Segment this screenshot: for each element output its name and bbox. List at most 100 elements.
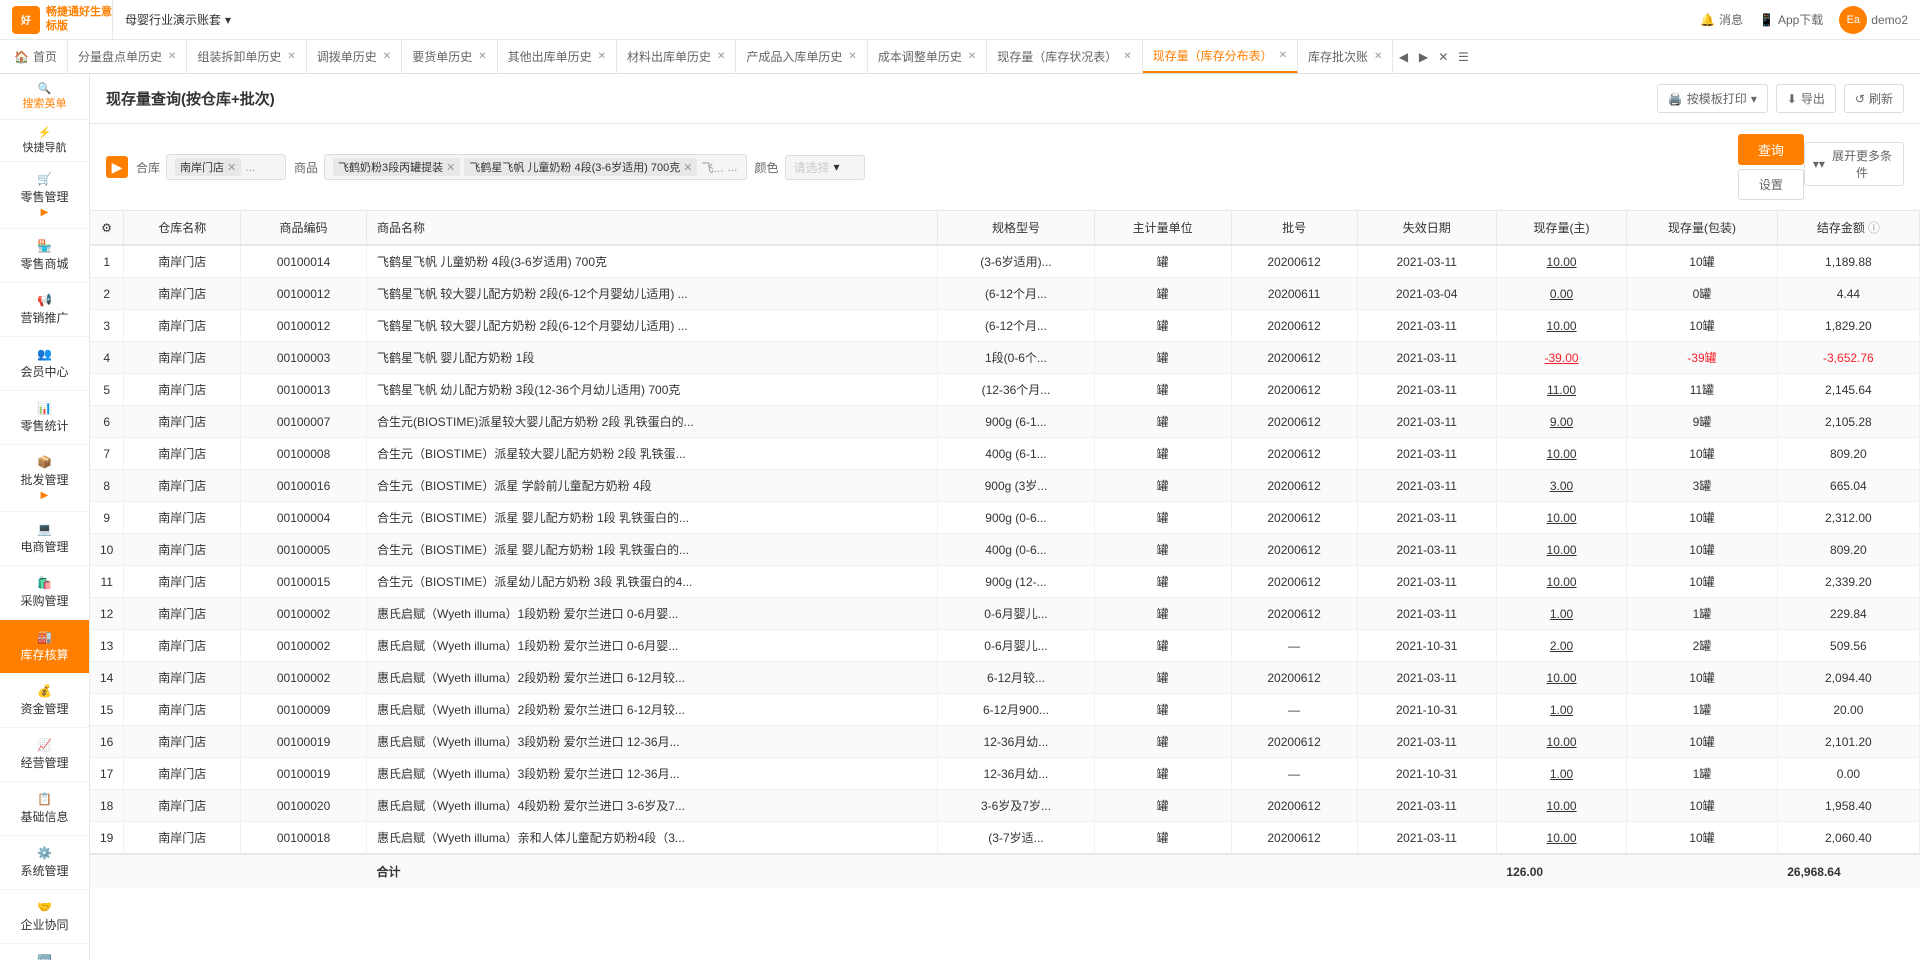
product-tag-group[interactable]: 飞鹤奶粉3段丙罐提装 ✕ 飞鹤星飞帆 儿童奶粉 4段(3-6岁适用) 700克 … bbox=[324, 154, 746, 180]
row-unit: 罐 bbox=[1094, 662, 1231, 694]
warehouse-tag-close[interactable]: ✕ bbox=[227, 161, 236, 174]
sidebar-item-finance[interactable]: 💰 资金管理 bbox=[0, 674, 89, 728]
row-code: 00100020 bbox=[241, 790, 367, 822]
sidebar-item-enterprise[interactable]: 🤝 企业协同 bbox=[0, 890, 89, 944]
row-qty-main[interactable]: 11.00 bbox=[1496, 374, 1626, 406]
tab-request-order[interactable]: 要货单历史 ✕ bbox=[402, 40, 497, 73]
row-qty-main[interactable]: 10.00 bbox=[1496, 662, 1626, 694]
row-qty-main[interactable]: 10.00 bbox=[1496, 566, 1626, 598]
row-unit: 罐 bbox=[1094, 438, 1231, 470]
row-warehouse: 南岸门店 bbox=[124, 342, 241, 374]
row-qty-main[interactable]: 0.00 bbox=[1496, 278, 1626, 310]
search-btn[interactable]: 查询 bbox=[1738, 134, 1804, 165]
row-qty-main[interactable]: 10.00 bbox=[1496, 310, 1626, 342]
tab-close-icon[interactable]: ✕ bbox=[478, 51, 486, 62]
row-qty-main[interactable]: 10.00 bbox=[1496, 534, 1626, 566]
tab-close-icon[interactable]: ✕ bbox=[287, 51, 295, 62]
row-qty-main[interactable]: 10.00 bbox=[1496, 245, 1626, 278]
row-qty-main[interactable]: 10.00 bbox=[1496, 822, 1626, 855]
tab-mix-order[interactable]: 调拨单历史 ✕ bbox=[307, 40, 402, 73]
tab-close-icon[interactable]: ✕ bbox=[968, 51, 976, 62]
row-code: 00100002 bbox=[241, 662, 367, 694]
refresh-btn[interactable]: ↺ 刷新 bbox=[1844, 84, 1904, 113]
sidebar-item-retail-stats[interactable]: 📊 零售统计 bbox=[0, 391, 89, 445]
tab-close-icon[interactable]: ✕ bbox=[1374, 51, 1382, 62]
tab-menu-btn[interactable]: ☰ bbox=[1453, 47, 1473, 67]
setting-btn[interactable]: 设置 bbox=[1738, 169, 1804, 200]
row-spec: 12-36月幼... bbox=[938, 758, 1094, 790]
tab-close-icon[interactable]: ✕ bbox=[848, 51, 856, 62]
color-filter: 颜色 请选择 ▾ bbox=[755, 155, 865, 180]
tab-other-out[interactable]: 其他出库单历史 ✕ bbox=[498, 40, 617, 73]
sidebar-item-new-guide[interactable]: 🆕 新手引导 bbox=[0, 944, 89, 960]
settings-icon[interactable]: ⚙ bbox=[101, 221, 112, 235]
tab-close-icon[interactable]: ✕ bbox=[1279, 50, 1287, 61]
tab-product-in[interactable]: 产成品入库单历史 ✕ bbox=[736, 40, 867, 73]
tab-batch-voucher[interactable]: 库存批次账 ✕ bbox=[1298, 40, 1393, 73]
row-qty-main[interactable]: 3.00 bbox=[1496, 470, 1626, 502]
row-qty-main[interactable]: 1.00 bbox=[1496, 758, 1626, 790]
app-download-btn[interactable]: 📱 App下载 bbox=[1759, 11, 1823, 28]
tab-home[interactable]: 🏠 首页 bbox=[4, 40, 68, 73]
color-input-group[interactable]: 请选择 ▾ bbox=[785, 155, 865, 180]
row-qty-main[interactable]: 10.00 bbox=[1496, 790, 1626, 822]
product-tag-0-close[interactable]: ✕ bbox=[446, 161, 455, 174]
row-qty-main[interactable]: 1.00 bbox=[1496, 598, 1626, 630]
user-area[interactable]: Ea demo2 bbox=[1839, 6, 1908, 34]
tab-next-btn[interactable]: ▶ bbox=[1413, 47, 1433, 67]
sidebar-item-basic-info[interactable]: 📋 基础信息 bbox=[0, 782, 89, 836]
product-tag-1-close[interactable]: ✕ bbox=[683, 161, 692, 174]
row-qty-main[interactable]: 1.00 bbox=[1496, 694, 1626, 726]
sidebar-item-marketing[interactable]: 📢 营销推广 bbox=[0, 283, 89, 337]
sidebar-item-retail[interactable]: 🛒 零售管理 ▶ bbox=[0, 162, 89, 229]
amount-info-icon[interactable]: ⓘ bbox=[1868, 219, 1880, 236]
row-qty-main[interactable]: -39.00 bbox=[1496, 342, 1626, 374]
row-qty-main[interactable]: 9.00 bbox=[1496, 406, 1626, 438]
row-code: 00100012 bbox=[241, 310, 367, 342]
row-qty-main[interactable]: 2.00 bbox=[1496, 630, 1626, 662]
tab-close-all-btn[interactable]: ✕ bbox=[1433, 47, 1453, 67]
tab-disassemble[interactable]: 组装拆卸单历史 ✕ bbox=[187, 40, 306, 73]
sidebar-item-retail-shop[interactable]: 🏪 零售商城 bbox=[0, 229, 89, 283]
row-spec: 1段(0-6个... bbox=[938, 342, 1094, 374]
row-qty-main[interactable]: 10.00 bbox=[1496, 438, 1626, 470]
sidebar-quick-nav[interactable]: ⚡ 快捷导航 bbox=[0, 120, 89, 162]
tab-close-icon[interactable]: ✕ bbox=[598, 51, 606, 62]
row-unit: 罐 bbox=[1094, 245, 1231, 278]
tab-cost-adjust[interactable]: 成本调整单历史 ✕ bbox=[868, 40, 987, 73]
tab-material-out[interactable]: 材料出库单历史 ✕ bbox=[617, 40, 736, 73]
messages-btn[interactable]: 🔔 消息 bbox=[1700, 11, 1743, 28]
warehouse-tag-group[interactable]: 南岸门店 ✕ ... bbox=[166, 154, 286, 180]
account-dropdown[interactable]: 母婴行业演示账套 ▾ bbox=[112, 0, 243, 39]
sidebar-item-ecommerce[interactable]: 💻 电商管理 bbox=[0, 512, 89, 566]
sidebar: 🔍 搜索英单 ⚡ 快捷导航 🛒 零售管理 ▶ 🏪 零售商城 📢 营销推广 👥 会… bbox=[0, 74, 90, 960]
row-qty-main[interactable]: 10.00 bbox=[1496, 726, 1626, 758]
sidebar-search[interactable]: 🔍 搜索英单 bbox=[0, 74, 89, 120]
sidebar-item-purchase[interactable]: 🛍️ 采购管理 bbox=[0, 566, 89, 620]
sidebar-item-member[interactable]: 👥 会员中心 bbox=[0, 337, 89, 391]
tab-close-icon[interactable]: ✕ bbox=[383, 51, 391, 62]
row-qty-main[interactable]: 10.00 bbox=[1496, 502, 1626, 534]
row-expire: 2021-10-31 bbox=[1357, 758, 1496, 790]
row-code: 00100003 bbox=[241, 342, 367, 374]
print-btn[interactable]: 🖨️ 按模板打印 ▾ bbox=[1657, 84, 1768, 113]
tab-split-stock[interactable]: 分量盘点单历史 ✕ bbox=[68, 40, 187, 73]
row-spec: 3-6岁及7岁... bbox=[938, 790, 1094, 822]
row-no: 17 bbox=[90, 758, 124, 790]
tab-prev-btn[interactable]: ◀ bbox=[1393, 47, 1413, 67]
tab-close-icon[interactable]: ✕ bbox=[168, 51, 176, 62]
export-btn[interactable]: ⬇ 导出 bbox=[1776, 84, 1836, 113]
filter-expand-arrow[interactable]: ▶ bbox=[106, 156, 128, 178]
tab-stock-dist[interactable]: 现存量（库存分布表） ✕ bbox=[1143, 40, 1298, 73]
table-row: 19 南岸门店 00100018 惠氏启赋（Wyeth illuma）亲和人体儿… bbox=[90, 822, 1920, 855]
tab-close-icon[interactable]: ✕ bbox=[717, 51, 725, 62]
tab-close-icon[interactable]: ✕ bbox=[1123, 51, 1131, 62]
row-amount: 2,101.20 bbox=[1777, 726, 1919, 758]
expand-more-btn[interactable]: ▾▾ 展开更多条件 bbox=[1804, 142, 1904, 186]
col-settings[interactable]: ⚙ bbox=[90, 211, 124, 245]
sidebar-item-operations[interactable]: 📈 经营管理 bbox=[0, 728, 89, 782]
sidebar-item-system[interactable]: ⚙️ 系统管理 bbox=[0, 836, 89, 890]
sidebar-item-inventory[interactable]: 🏭 库存核算 bbox=[0, 620, 89, 674]
sidebar-item-batch-mgmt[interactable]: 📦 批发管理 ▶ bbox=[0, 445, 89, 512]
tab-stock-status[interactable]: 现存量（库存状况表） ✕ bbox=[987, 40, 1142, 73]
